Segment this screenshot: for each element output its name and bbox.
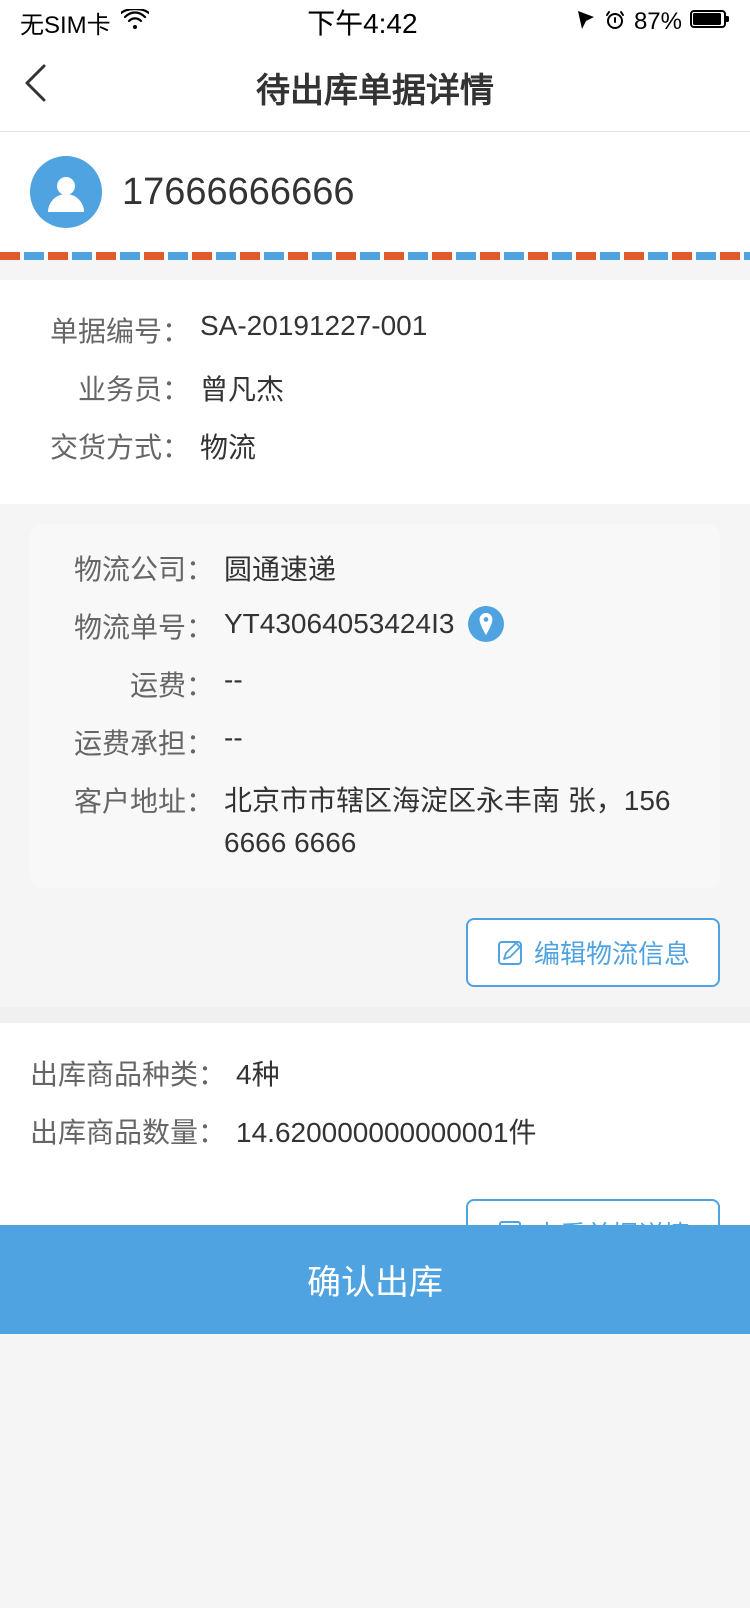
location-pin-icon[interactable] [468, 606, 504, 642]
salesman-label: 业务员： [30, 368, 190, 408]
goods-quantity-value: 14.620000000000001件 [226, 1111, 720, 1151]
alarm-icon [604, 8, 626, 37]
goods-type-value: 4种 [226, 1053, 720, 1093]
edit-btn-row: 编辑物流信息 [0, 908, 750, 1007]
address-row: 客户地址： 北京市市辖区海淀区永丰南 张，156 6666 6666 [54, 780, 696, 864]
goods-type-label: 出库商品种类： [30, 1053, 226, 1093]
goods-type-row: 出库商品种类： 4种 [30, 1053, 720, 1093]
freight-label: 运费： [54, 664, 214, 704]
logistics-company-row: 物流公司： 圆通速递 [54, 548, 696, 588]
confirm-label: 确认出库 [307, 1264, 443, 1302]
customer-phone: 17666666666 [122, 171, 354, 214]
status-right: 87% [576, 8, 730, 37]
edit-logistics-button[interactable]: 编辑物流信息 [466, 918, 720, 987]
status-bar: 无SIM卡 下午4:42 [0, 0, 750, 44]
wifi-icon [121, 8, 149, 36]
goods-quantity-row: 出库商品数量： 14.620000000000001件 [30, 1111, 720, 1151]
freight-bearer-value: -- [214, 722, 696, 754]
back-button[interactable] [24, 64, 46, 111]
battery-icon [690, 8, 730, 37]
logistics-company-value: 圆通速递 [214, 548, 696, 588]
confirm-button[interactable]: 确认出库 [0, 1225, 750, 1334]
status-left: 无SIM卡 [20, 5, 149, 40]
logistics-card: 物流公司： 圆通速递 物流单号： YT43064053424I3 运费： -- … [30, 524, 720, 888]
goods-quantity-label: 出库商品数量： [30, 1111, 226, 1151]
address-label: 客户地址： [54, 780, 214, 820]
nav-bar: 待出库单据详情 [0, 44, 750, 132]
freight-bearer-label: 运费承担： [54, 722, 214, 762]
battery-text: 87% [634, 8, 682, 36]
delivery-value: 物流 [190, 426, 720, 466]
signal-text: 无SIM卡 [20, 5, 111, 40]
edit-logistics-label: 编辑物流信息 [534, 934, 690, 971]
avatar [30, 156, 102, 228]
freight-value: -- [214, 664, 696, 696]
logistics-tracking-row: 物流单号： YT43064053424I3 [54, 606, 696, 646]
delivery-row: 交货方式： 物流 [30, 426, 720, 466]
order-no-row: 单据编号： SA-20191227-001 [30, 310, 720, 350]
logistics-tracking-value: YT43064053424I3 [214, 606, 696, 642]
page-title: 待出库单据详情 [256, 63, 494, 112]
section-divider [0, 1007, 750, 1023]
status-time: 下午4:42 [307, 2, 418, 42]
order-info-section: 单据编号： SA-20191227-001 业务员： 曾凡杰 交货方式： 物流 [0, 280, 750, 504]
logistics-company-label: 物流公司： [54, 548, 214, 588]
order-no-label: 单据编号： [30, 310, 190, 350]
dashed-separator [0, 252, 750, 260]
customer-section: 17666666666 [0, 132, 750, 252]
freight-bearer-row: 运费承担： -- [54, 722, 696, 762]
address-value: 北京市市辖区海淀区永丰南 张，156 6666 6666 [214, 780, 696, 864]
delivery-label: 交货方式： [30, 426, 190, 466]
bottom-area: 确认出库 [0, 1225, 750, 1334]
salesman-value: 曾凡杰 [190, 368, 720, 408]
logistics-tracking-label: 物流单号： [54, 606, 214, 646]
location-arrow-icon [576, 8, 596, 36]
order-no-value: SA-20191227-001 [190, 310, 720, 342]
salesman-row: 业务员： 曾凡杰 [30, 368, 720, 408]
goods-section: 出库商品种类： 4种 出库商品数量： 14.620000000000001件 [0, 1023, 750, 1189]
freight-row: 运费： -- [54, 664, 696, 704]
